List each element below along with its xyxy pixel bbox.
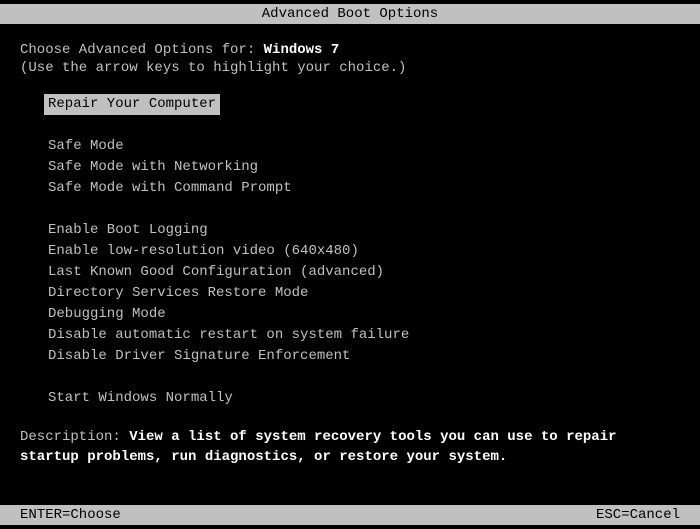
option-start-normally[interactable]: Start Windows Normally: [48, 388, 680, 409]
option-safe-mode-cmd[interactable]: Safe Mode with Command Prompt: [48, 178, 680, 199]
group-gap: [48, 199, 680, 220]
description-block: Description: View a list of system recov…: [20, 427, 680, 467]
options-list: Repair Your Computer Safe Mode Safe Mode…: [20, 94, 680, 409]
option-low-res-video[interactable]: Enable low-resolution video (640x480): [48, 241, 680, 262]
footer-bar: ENTER=Choose ESC=Cancel: [0, 505, 700, 525]
intro-line: Choose Advanced Options for: Windows 7: [20, 42, 680, 58]
option-repair-your-computer[interactable]: Repair Your Computer: [44, 94, 220, 115]
group-gap: [48, 367, 680, 388]
footer-esc: ESC=Cancel: [596, 507, 680, 523]
os-name: Windows 7: [264, 42, 340, 58]
group-gap: [48, 115, 680, 136]
title-text: Advanced Boot Options: [262, 6, 438, 22]
option-directory-services[interactable]: Directory Services Restore Mode: [48, 283, 680, 304]
option-last-known-good[interactable]: Last Known Good Configuration (advanced): [48, 262, 680, 283]
option-boot-logging[interactable]: Enable Boot Logging: [48, 220, 680, 241]
content-area: Choose Advanced Options for: Windows 7 (…: [0, 24, 700, 467]
title-bar: Advanced Boot Options: [0, 4, 700, 24]
option-disable-auto-restart[interactable]: Disable automatic restart on system fail…: [48, 325, 680, 346]
hint-line: (Use the arrow keys to highlight your ch…: [20, 60, 680, 76]
footer-enter: ENTER=Choose: [20, 507, 121, 523]
intro-prefix: Choose Advanced Options for:: [20, 42, 264, 58]
option-safe-mode[interactable]: Safe Mode: [48, 136, 680, 157]
option-disable-driver-sig[interactable]: Disable Driver Signature Enforcement: [48, 346, 680, 367]
option-safe-mode-networking[interactable]: Safe Mode with Networking: [48, 157, 680, 178]
option-debugging-mode[interactable]: Debugging Mode: [48, 304, 680, 325]
description-label: Description:: [20, 429, 129, 445]
